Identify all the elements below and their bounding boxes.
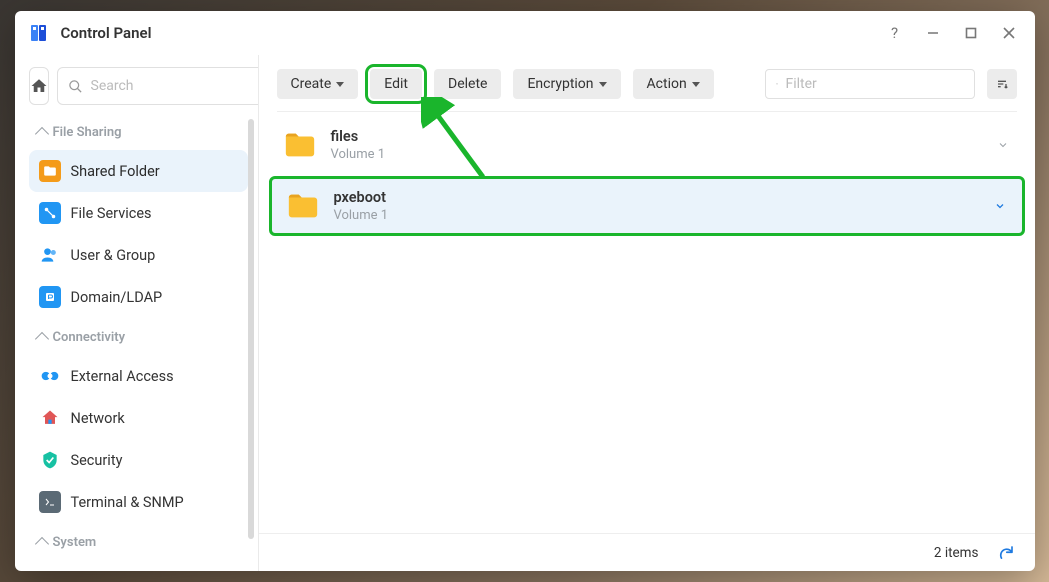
encryption-button[interactable]: Encryption [513,69,620,99]
security-icon [39,449,61,471]
filter[interactable] [765,69,975,99]
folder-icon [286,191,320,221]
close-button[interactable] [995,19,1023,47]
sidebar-item-domain-ldap[interactable]: Domain/LDAP [29,276,248,318]
folder-list: files Volume 1 pxeboot Volume 1 [259,112,1035,533]
sidebar-item-shared-folder[interactable]: Shared Folder [29,150,248,192]
sort-button[interactable] [987,69,1017,99]
home-button[interactable] [29,67,49,105]
sidebar-search-input[interactable] [91,78,259,94]
sidebar-item-label: Security [71,452,123,469]
folder-name: pxeboot [334,189,978,206]
window-title: Control Panel [61,24,152,42]
sidebar-item-label: Terminal & SNMP [71,494,184,511]
folder-icon [283,130,317,160]
items-count: 2 items [934,545,979,561]
caret-down-icon [599,82,607,87]
chevron-up-icon [34,127,48,141]
section-label: File Sharing [53,125,122,140]
domain-ldap-icon [39,286,61,308]
main-content: Create Edit Delete Encryption Action [259,55,1035,571]
folder-volume: Volume 1 [331,147,981,162]
chevron-down-icon[interactable] [992,198,1008,214]
help-button[interactable]: ? [881,19,909,47]
maximize-button[interactable] [957,19,985,47]
shared-folder-icon [39,160,61,182]
section-system[interactable]: System [29,529,248,556]
network-icon [39,407,61,429]
sidebar: File Sharing Shared Folder File Services… [15,55,259,571]
sidebar-item-file-services[interactable]: File Services [29,192,248,234]
refresh-button[interactable] [995,542,1017,564]
footer: 2 items [259,533,1035,571]
folder-name: files [331,128,981,145]
section-label: System [53,535,97,550]
sidebar-search[interactable] [57,67,259,105]
sidebar-item-label: Domain/LDAP [71,289,163,306]
edit-button[interactable]: Edit [370,69,422,99]
search-icon [68,79,83,94]
sidebar-item-network[interactable]: Network [29,397,248,439]
minimize-button[interactable] [919,19,947,47]
caret-down-icon [336,82,344,87]
action-button[interactable]: Action [633,69,714,99]
chevron-up-icon [34,332,48,346]
create-button[interactable]: Create [277,69,359,99]
section-label: Connectivity [53,330,126,345]
folder-row-files[interactable]: files Volume 1 [269,118,1025,172]
sidebar-item-label: Network [71,410,125,427]
folder-row-pxeboot[interactable]: pxeboot Volume 1 [269,176,1025,236]
sidebar-item-terminal-snmp[interactable]: Terminal & SNMP [29,481,248,523]
chevron-up-icon [34,537,48,551]
caret-down-icon [692,82,700,87]
delete-button[interactable]: Delete [434,69,501,99]
chevron-down-icon[interactable] [995,137,1011,153]
sidebar-item-label: Shared Folder [71,163,160,180]
funnel-icon [776,77,778,91]
user-group-icon [39,244,61,266]
sidebar-item-user-group[interactable]: User & Group [29,234,248,276]
section-file-sharing[interactable]: File Sharing [29,119,248,146]
app-icon [27,21,51,45]
sidebar-item-label: File Services [71,205,152,222]
external-access-icon [39,365,61,387]
filter-input[interactable] [786,76,964,92]
scrollbar[interactable] [248,119,254,539]
sidebar-item-security[interactable]: Security [29,439,248,481]
folder-volume: Volume 1 [334,208,978,223]
toolbar: Create Edit Delete Encryption Action [259,55,1035,111]
section-connectivity[interactable]: Connectivity [29,324,248,351]
sidebar-item-external-access[interactable]: External Access [29,355,248,397]
sidebar-item-label: User & Group [71,247,156,264]
sidebar-item-label: External Access [71,368,174,385]
file-services-icon [39,202,61,224]
terminal-icon [39,491,61,513]
